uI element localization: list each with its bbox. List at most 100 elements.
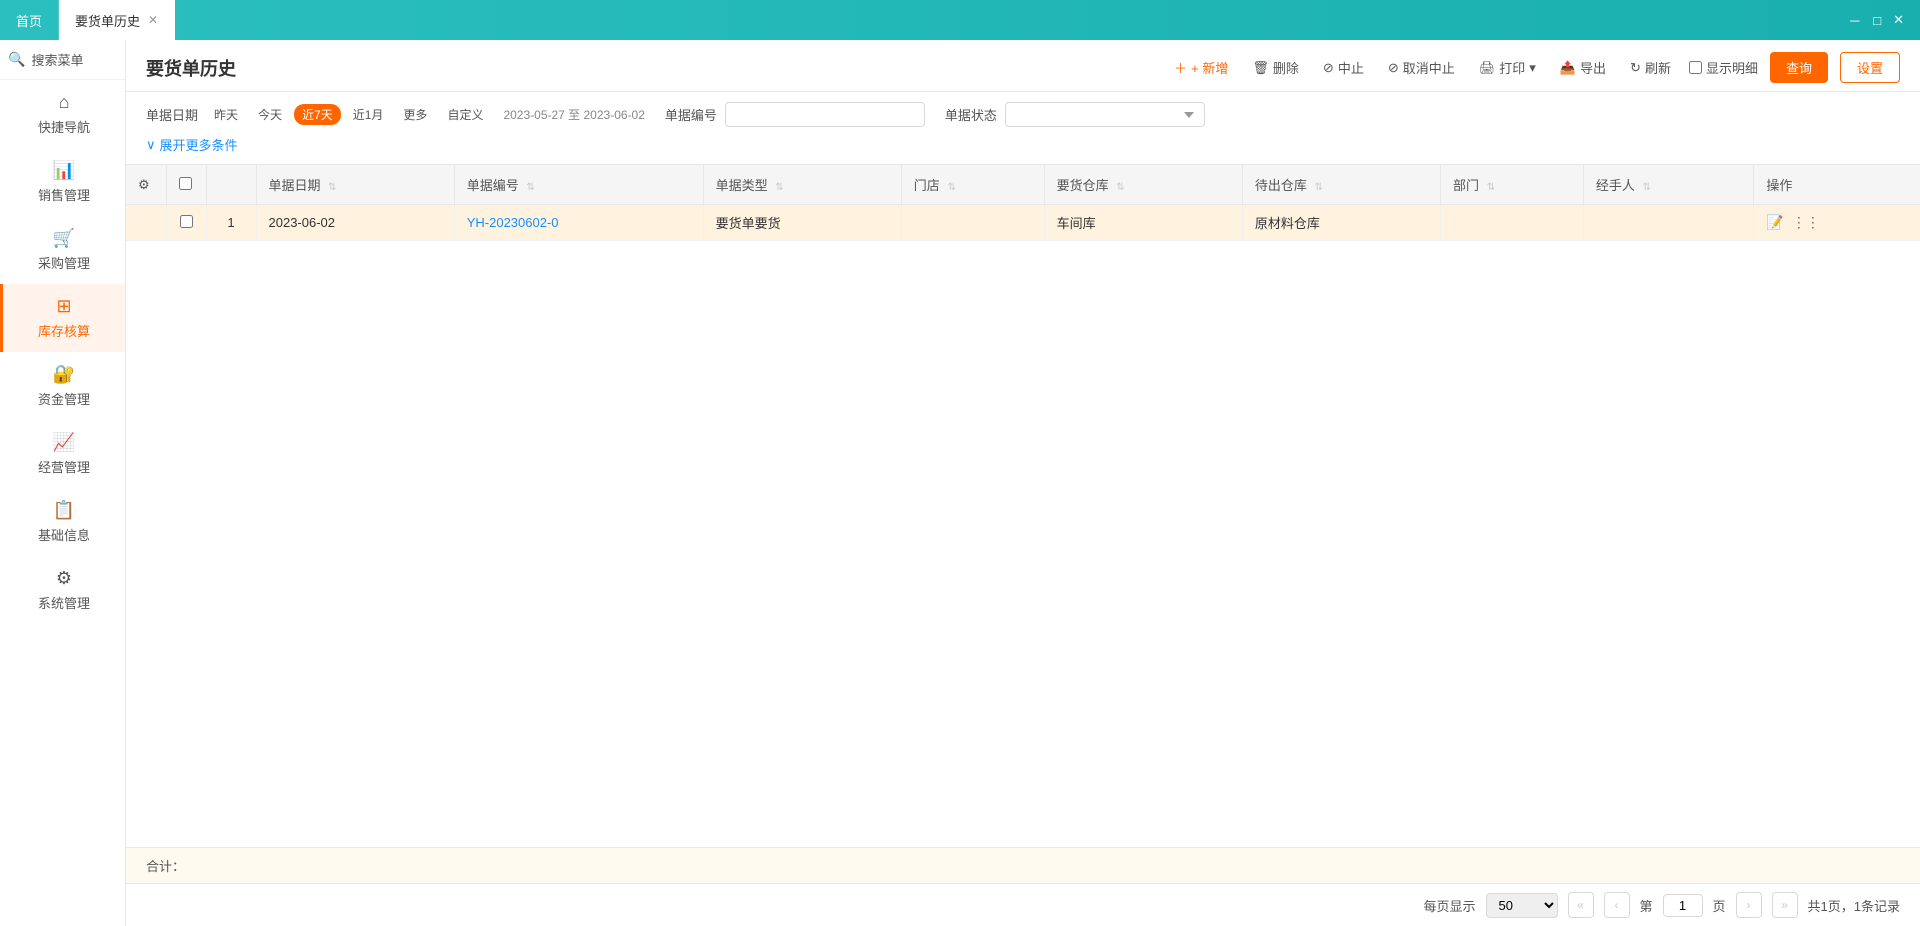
th-pendingwarehouse[interactable]: 待出仓库 ⇅ — [1242, 165, 1440, 205]
display-detail-toggle[interactable]: 显示明细 — [1689, 58, 1758, 77]
chevron-down-icon: ∨ — [146, 137, 156, 153]
sidebar-item-system[interactable]: ⚙ 系统管理 — [0, 556, 125, 624]
more-icon[interactable]: ⋮⋮ — [1792, 214, 1820, 231]
export-button[interactable]: 📤 导出 — [1554, 54, 1612, 81]
sidebar-item-purchase[interactable]: 🛒 采购管理 — [0, 216, 125, 284]
th-handler[interactable]: 经手人 ⇅ — [1583, 165, 1754, 205]
sort-icon-pendingwarehouse: ⇅ — [1314, 182, 1322, 193]
date-filter-group: 单据日期 昨天 今天 近7天 近1月 更多 自定义 2023-05-27 至 2… — [146, 104, 645, 125]
sidebar-item-inventory[interactable]: ⊞ 库存核算 — [0, 284, 125, 352]
close-button[interactable]: ✕ — [1893, 12, 1904, 28]
stop-button[interactable]: ⊘ 中止 — [1317, 54, 1370, 81]
maximize-button[interactable]: □ — [1873, 13, 1881, 28]
print-button[interactable]: 🖨 打印 ▾ — [1473, 54, 1542, 81]
edit-icon[interactable]: 📝 — [1766, 214, 1783, 231]
page-label-after: 页 — [1713, 896, 1726, 915]
sidebar-item-operations[interactable]: 📈 经营管理 — [0, 420, 125, 488]
sidebar-search[interactable]: 🔍 搜索菜单 — [0, 40, 125, 80]
pagination-info: 共1页，1条记录 — [1808, 896, 1900, 915]
expand-more-button[interactable]: ∨ 展开更多条件 — [146, 135, 1900, 154]
th-settings[interactable]: ⚙ — [126, 165, 166, 205]
billno-filter-label: 单据编号 — [665, 105, 717, 124]
sort-icon-reqwarehouse: ⇅ — [1116, 182, 1124, 193]
tab-home[interactable]: 首页 — [0, 0, 59, 40]
cancel-stop-label: 取消中止 — [1403, 58, 1455, 77]
billno-input[interactable] — [725, 102, 925, 127]
last-page-button[interactable]: » — [1772, 892, 1798, 918]
stop-icon: ⊘ — [1323, 60, 1334, 76]
page-input[interactable] — [1663, 894, 1703, 917]
td-handler — [1583, 205, 1754, 241]
minimize-button[interactable]: － — [1848, 11, 1861, 30]
billstatus-select[interactable] — [1005, 102, 1205, 127]
new-icon: ＋ — [1174, 58, 1187, 77]
prev-page-button[interactable]: ‹ — [1604, 892, 1630, 918]
refresh-button[interactable]: ↻ 刷新 — [1624, 54, 1677, 81]
next-page-button[interactable]: › — [1736, 892, 1762, 918]
th-reqwarehouse[interactable]: 要货仓库 ⇅ — [1044, 165, 1242, 205]
sidebar-item-sales[interactable]: 📊 销售管理 — [0, 148, 125, 216]
td-action: 📝 ⋮⋮ — [1754, 205, 1920, 241]
td-store — [901, 205, 1044, 241]
cancel-stop-button[interactable]: ⊘ 取消中止 — [1382, 54, 1461, 81]
th-billno[interactable]: 单据编号 ⇅ — [454, 165, 703, 205]
sidebar-item-finance[interactable]: 🔐 资金管理 — [0, 352, 125, 420]
delete-button[interactable]: 🗑 删除 — [1246, 54, 1305, 81]
tab-requisition-history[interactable]: 要货单历史 ✕ — [59, 0, 175, 40]
pagination-bar: 每页显示 50 10 20 100 « ‹ 第 页 › » 共1页，1条记录 — [126, 883, 1920, 926]
row-checkbox[interactable] — [180, 215, 193, 228]
th-date[interactable]: 单据日期 ⇅ — [256, 165, 454, 205]
new-button[interactable]: ＋ + 新增 — [1168, 54, 1234, 81]
date-btn-more[interactable]: 更多 — [395, 104, 435, 125]
tab-close-icon[interactable]: ✕ — [148, 13, 158, 27]
page-title: 要货单历史 — [146, 55, 236, 81]
print-icon: 🖨 — [1479, 60, 1496, 76]
toolbar: ＋ + 新增 🗑 删除 ⊘ 中止 ⊘ 取消中止 🖨 打印 — [1168, 52, 1900, 83]
sidebar-item-inventory-label: 库存核算 — [38, 321, 90, 340]
expand-more-label: 展开更多条件 — [160, 135, 238, 154]
cancel-stop-icon: ⊘ — [1388, 60, 1399, 76]
sidebar-item-quick-nav-label: 快捷导航 — [38, 117, 90, 136]
page-size-label: 每页显示 — [1423, 896, 1475, 915]
table-header-row: ⚙ 单据日期 ⇅ 单据编号 ⇅ — [126, 165, 1920, 205]
billstatus-filter-group: 单据状态 — [945, 102, 1205, 127]
page-label-before: 第 — [1640, 896, 1653, 915]
settings-button[interactable]: 设置 — [1840, 52, 1900, 83]
tab-requisition-history-label: 要货单历史 — [75, 11, 140, 30]
th-dept[interactable]: 部门 ⇅ — [1441, 165, 1584, 205]
refresh-icon: ↻ — [1630, 60, 1641, 76]
main-layout: 🔍 搜索菜单 ⌂ 快捷导航 📊 销售管理 🛒 采购管理 ⊞ 库存核算 🔐 资金管… — [0, 40, 1920, 926]
first-page-button[interactable]: « — [1568, 892, 1594, 918]
billstatus-filter-label: 单据状态 — [945, 105, 997, 124]
query-button[interactable]: 查询 — [1770, 52, 1828, 83]
date-range-display: 2023-05-27 至 2023-06-02 — [503, 106, 644, 123]
select-all-checkbox[interactable] — [179, 177, 192, 190]
filter-area: 单据日期 昨天 今天 近7天 近1月 更多 自定义 2023-05-27 至 2… — [126, 92, 1920, 165]
date-filter-label: 单据日期 — [146, 105, 198, 124]
sidebar-item-purchase-label: 采购管理 — [38, 253, 90, 272]
td-checkbox[interactable] — [166, 205, 206, 241]
date-btn-yesterday[interactable]: 昨天 — [206, 104, 246, 125]
page-size-select[interactable]: 50 10 20 100 — [1486, 893, 1558, 918]
refresh-label: 刷新 — [1645, 58, 1671, 77]
th-store[interactable]: 门店 ⇅ — [901, 165, 1044, 205]
content-area: 要货单历史 ＋ + 新增 🗑 删除 ⊘ 中止 ⊘ 取消中止 — [126, 40, 1920, 926]
sort-icon-billtype: ⇅ — [775, 182, 783, 193]
th-checkbox[interactable] — [166, 165, 206, 205]
date-btn-1month[interactable]: 近1月 — [345, 104, 392, 125]
th-billtype[interactable]: 单据类型 ⇅ — [703, 165, 901, 205]
date-btn-7days[interactable]: 近7天 — [294, 104, 341, 125]
table-footer: 合计： — [126, 847, 1920, 883]
sidebar-item-basic-info[interactable]: 📋 基础信息 — [0, 488, 125, 556]
sidebar-item-quick-nav[interactable]: ⌂ 快捷导航 — [0, 80, 125, 148]
gear-icon: ⚙ — [56, 568, 72, 589]
new-label: + 新增 — [1191, 58, 1228, 77]
date-btn-today[interactable]: 今天 — [250, 104, 290, 125]
td-settings — [126, 205, 166, 241]
billno-filter-group: 单据编号 — [665, 102, 925, 127]
billno-link[interactable]: YH-20230602-0 — [467, 215, 559, 230]
date-btn-custom[interactable]: 自定义 — [439, 104, 491, 125]
ops-icon: 📈 — [53, 432, 75, 453]
display-detail-checkbox[interactable] — [1689, 61, 1702, 74]
stop-label: 中止 — [1338, 58, 1364, 77]
